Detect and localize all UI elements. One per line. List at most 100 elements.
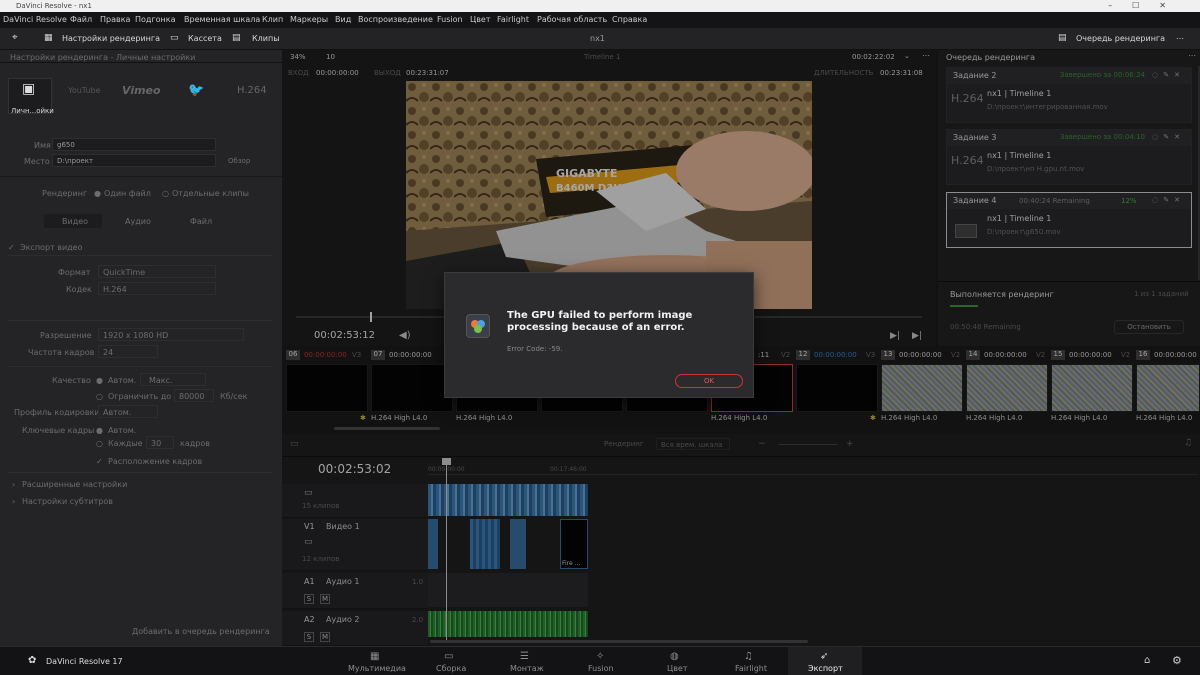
window-title: DaVinci Resolve - nx1 [16,2,92,10]
single-clip-radio[interactable]: ● [94,189,101,198]
media-icon: ▦ [370,651,380,662]
preset-label: Личн...ойки [11,107,54,115]
limit-label: Ограничить до [108,392,172,401]
workspace-icon[interactable]: ⌖ [12,32,18,43]
page-deliver[interactable]: Экспорт [808,664,843,673]
keyframes-auto-label: Автом. [108,426,137,435]
resolution-label: Разрешение [40,331,92,340]
menu-item[interactable]: DaVinci Resolve [3,15,67,24]
name-field[interactable]: g650 [52,138,216,151]
add-to-queue-button[interactable]: Добавить в очередь рендеринга [132,627,270,636]
tab-video[interactable]: Видео [62,217,88,226]
every-radio[interactable]: ○ [96,439,103,448]
quality-max-select[interactable]: Макс. [140,373,206,386]
every-label: Каждые [108,439,143,448]
panel-header: Настройки рендеринга - Личные настройки [10,53,196,62]
cassette-button[interactable]: Кассета [188,34,222,43]
menu-item[interactable]: Воспроизведение [358,15,433,24]
render-settings-panel: Настройки рендеринга - Личные настройки … [0,50,282,646]
advanced-settings[interactable]: Расширенные настройки [22,480,127,489]
location-field[interactable]: D:\проект [52,154,216,167]
vimeo-icon[interactable]: Vimeo [122,84,161,97]
subtitle-settings[interactable]: Настройки субтитров [22,497,113,506]
codec-select[interactable]: H.264 [98,282,216,295]
app-name: DaVinci Resolve 17 [46,657,123,666]
page-media[interactable]: Мультимедиа [348,664,406,673]
fps-select[interactable]: 24 [98,345,158,358]
twitter-icon[interactable]: 🐦 [188,83,204,98]
frames-label: кадров [180,439,210,448]
cut-icon: ▭ [444,651,454,662]
quality-label: Качество [52,376,91,385]
name-label: Имя [34,141,51,150]
export-video-label: Экспорт видео [20,243,83,252]
cassette-icon: ▭ [170,33,179,43]
quality-auto-radio[interactable]: ● [96,376,103,385]
menu-item[interactable]: Вид [335,15,351,24]
clips-button[interactable]: Клипы [252,34,280,43]
page-navigation-bar: ✿ DaVinci Resolve 17 ▦ Мультимедиа ▭ Сбо… [0,646,1200,675]
multi-clip-label: Отдельные клипы [172,189,249,198]
window-controls[interactable]: –☐✕ [1108,1,1186,10]
render-label: Рендеринг [42,189,88,198]
menu-item[interactable]: Цвет [470,15,491,24]
render-settings-button[interactable]: Настройки рендеринга [62,34,160,43]
menu-item[interactable]: Временная шкала [184,15,260,24]
menu-item[interactable]: Правка [100,15,130,24]
tab-file[interactable]: Файл [190,217,212,226]
h264-preset[interactable]: H.264 [237,85,267,96]
format-select[interactable]: QuickTime [98,265,216,278]
menu-dots-icon[interactable]: ⋯ [1176,34,1184,43]
fps-label: Частота кадров [28,348,95,357]
render-settings-icon: ▦ [44,33,53,43]
home-icon[interactable]: ⌂ [1144,655,1150,666]
limit-field[interactable]: 80000 [174,389,214,402]
menu-item[interactable]: Клип [262,15,283,24]
resolve-logo-icon [466,314,490,338]
subtitles-toggle[interactable]: › [12,497,15,506]
error-dialog: The GPU failed to perform image processi… [444,272,754,398]
profile-select[interactable]: Автом. [98,405,158,418]
page-fusion[interactable]: Fusion [588,664,614,673]
location-label: Место [24,157,50,166]
every-field[interactable]: 30 [146,436,174,449]
advanced-toggle[interactable]: › [12,480,15,489]
menu-item[interactable]: Fusion [437,15,463,24]
menu-item[interactable]: Справка [612,15,647,24]
menu-item[interactable]: Маркеры [290,15,328,24]
resolution-select[interactable]: 1920 x 1080 HD [98,328,244,341]
page-fairlight[interactable]: Fairlight [735,664,767,673]
browse-button[interactable]: Обзор [228,157,250,165]
keyframes-auto-radio[interactable]: ● [96,426,103,435]
menu-item[interactable]: Fairlight [497,15,529,24]
ok-button[interactable]: OK [675,374,743,388]
render-queue-icon: ▤ [1058,33,1067,43]
menu-item[interactable]: Рабочая область [537,15,607,24]
gear-icon[interactable]: ⚙ [1172,654,1182,667]
film-icon: ▣ [22,81,36,97]
toolbar: ⌖ ▦ Настройки рендеринга ▭ Кассета ▤ Кли… [0,28,1200,50]
menu-item[interactable]: Подгонка [135,15,176,24]
limit-radio[interactable]: ○ [96,392,103,401]
title-bar: DaVinci Resolve - nx1 –☐✕ [0,0,1200,12]
menu-item[interactable]: Файл [70,15,92,24]
kbps-label: Кб/сек [220,392,248,401]
reorder-checkbox[interactable]: ✓ [96,457,103,466]
youtube-icon[interactable]: YouTube [68,86,101,95]
page-edit[interactable]: Монтаж [510,664,544,673]
format-label: Формат [58,268,91,277]
color-icon: ◍ [670,651,679,662]
page-color[interactable]: Цвет [667,664,688,673]
error-code: Error Code: -59. [507,345,563,353]
render-queue-button[interactable]: Очередь рендеринга [1076,34,1165,43]
error-message: The GPU failed to perform image processi… [507,310,693,333]
tab-audio[interactable]: Аудио [125,217,151,226]
edit-icon: ☰ [520,651,529,662]
quality-auto-label: Автом. [108,376,137,385]
page-cut[interactable]: Сборка [436,664,466,673]
multi-clip-radio[interactable]: ○ [162,189,169,198]
menu-bar: DaVinci Resolve Файл Правка Подгонка Вре… [0,12,1200,28]
fairlight-icon: ♫ [744,651,753,662]
export-video-checkbox[interactable]: ✓ [8,243,15,252]
rocket-icon: ➶ [820,651,829,662]
